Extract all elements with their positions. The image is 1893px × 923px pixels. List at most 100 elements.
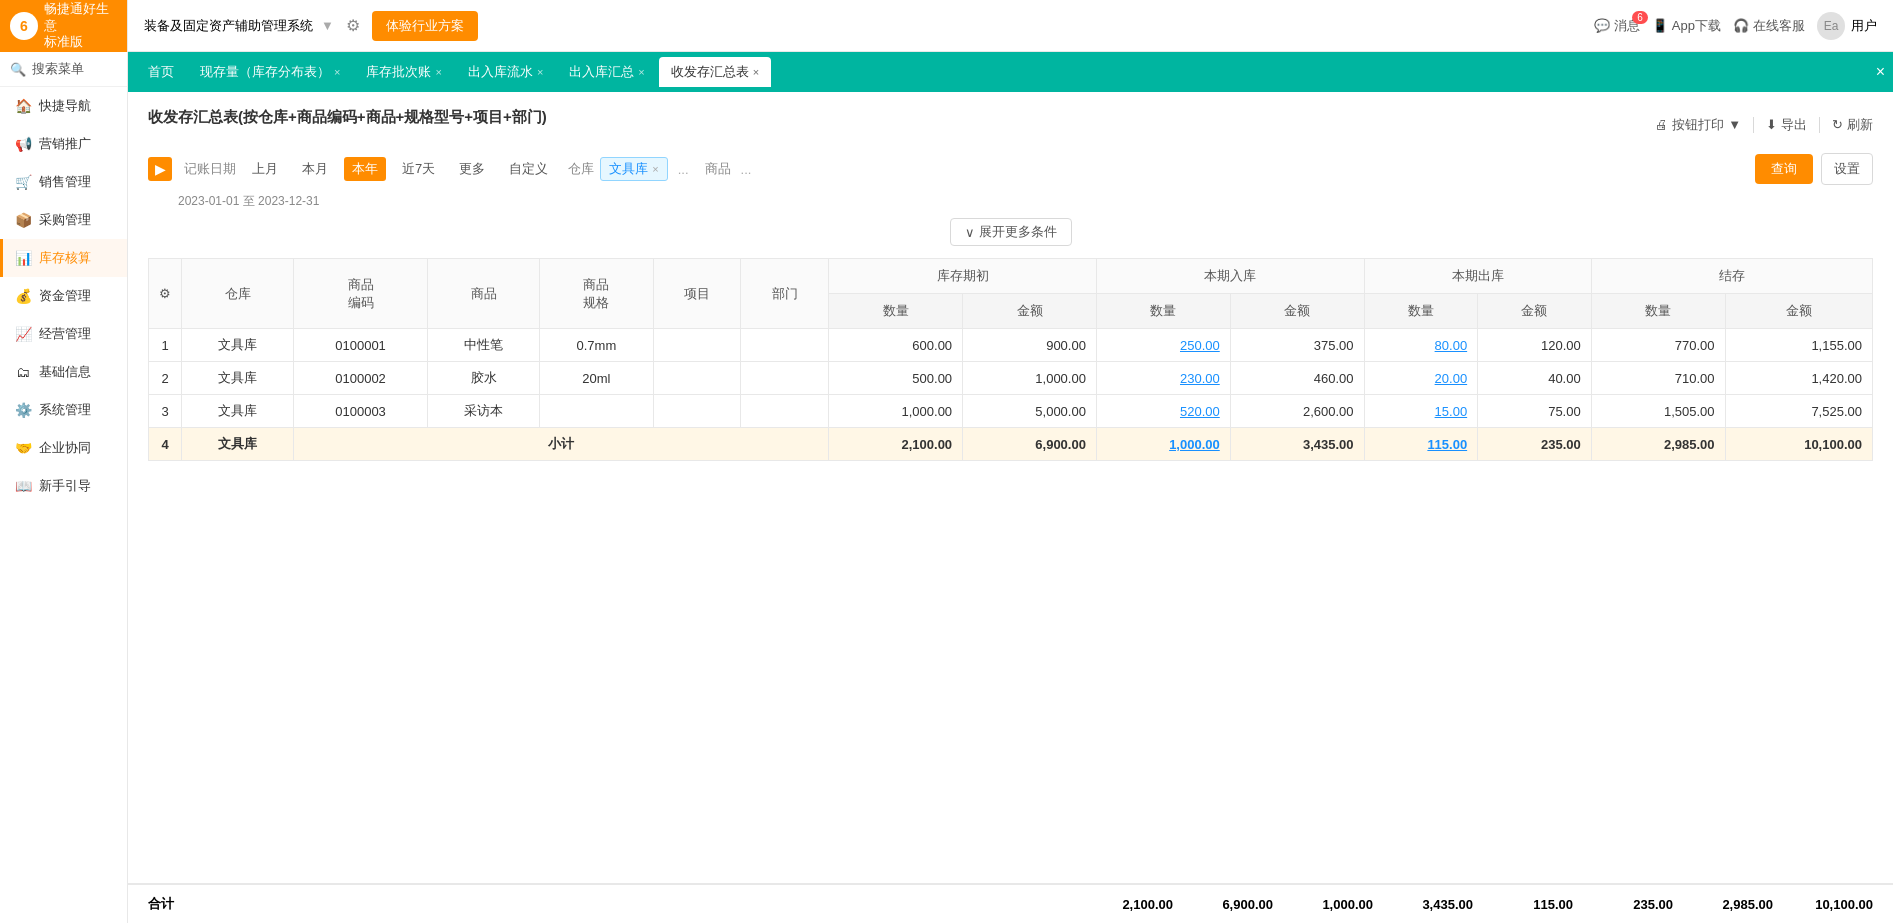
date-btn-this-year[interactable]: 本年 (344, 157, 386, 181)
date-btn-7days[interactable]: 近7天 (394, 157, 443, 181)
bottom-total-bar: 合计 2,100.00 6,900.00 1,000.00 3,435.00 (128, 883, 1893, 923)
goods-label: 商品 (705, 160, 731, 178)
trend-icon: 📈 (15, 326, 31, 342)
sidebar-item-marketing[interactable]: 📢 营销推广 (0, 125, 127, 163)
online-service-btn[interactable]: 🎧 在线客服 (1733, 17, 1805, 35)
query-button[interactable]: 查询 (1755, 154, 1813, 184)
expand-conditions-btn[interactable]: ∨ 展开更多条件 (950, 218, 1072, 246)
total-end-qty: 2,985.00 (1693, 897, 1773, 912)
col-settings-header[interactable]: ⚙ (149, 259, 182, 329)
row2-project (653, 362, 741, 395)
tab-bar-close[interactable]: × (1876, 63, 1885, 81)
subtotal-open-amt: 6,900.00 (963, 428, 1097, 461)
row3-in-qty[interactable]: 520.00 (1096, 395, 1230, 428)
sidebar-item-purchase[interactable]: 📦 采购管理 (0, 201, 127, 239)
col-code-header: 商品编码 (294, 259, 428, 329)
page-content: 收发存汇总表(按仓库+商品编码+商品+规格型号+项目+部门) 🖨 按钮打印 ▼ … (128, 92, 1893, 923)
trial-button[interactable]: 体验行业方案 (372, 11, 478, 41)
app-download-btn[interactable]: 📱 App下载 (1652, 17, 1721, 35)
sidebar-item-label: 资金管理 (39, 287, 91, 305)
col-warehouse-header: 仓库 (182, 259, 294, 329)
tab-inout-summary-close[interactable]: × (638, 66, 644, 78)
expand-conditions-row: ∨ 展开更多条件 (148, 218, 1873, 246)
warehouse-tag-close[interactable]: × (652, 163, 658, 175)
right-toolbar: 🖨 按钮打印 ▼ ⬇ 导出 ↻ 刷新 (1655, 116, 1873, 134)
tab-batch-close[interactable]: × (435, 66, 441, 78)
sidebar-item-label: 采购管理 (39, 211, 91, 229)
filter-expand-arrow[interactable]: ▶ (148, 157, 172, 181)
tab-inout-flow-close[interactable]: × (537, 66, 543, 78)
sidebar-search-label: 搜索菜单 (32, 60, 84, 78)
sidebar-nav: 🏠 快捷导航 📢 营销推广 🛒 销售管理 📦 采购管理 📊 库存核算 💰 资金管… (0, 87, 127, 923)
export-btn[interactable]: ⬇ 导出 (1766, 116, 1807, 134)
sidebar-item-operation[interactable]: 📈 经营管理 (0, 315, 127, 353)
main-area: 装备及固定资产辅助管理系统 ▼ ⚙ 体验行业方案 💬 消息 6 📱 App下载 … (128, 0, 1893, 923)
date-range-display: 2023-01-01 至 2023-12-31 (178, 194, 319, 208)
row1-out-qty[interactable]: 80.00 (1364, 329, 1478, 362)
system-selector[interactable]: 装备及固定资产辅助管理系统 ▼ (144, 17, 334, 35)
subtotal-out-qty[interactable]: 115.00 (1364, 428, 1478, 461)
settings-icon[interactable]: ⚙ (346, 16, 360, 35)
settings-button[interactable]: 设置 (1821, 153, 1873, 185)
row3-spec (540, 395, 654, 428)
tab-home-label: 首页 (148, 63, 174, 81)
date-btn-last-month[interactable]: 上月 (244, 157, 286, 181)
sidebar-item-basic[interactable]: 🗂 基础信息 (0, 353, 127, 391)
message-icon: 💬 (1594, 18, 1610, 33)
tab-stock-dist-close[interactable]: × (334, 66, 340, 78)
sidebar-item-system[interactable]: ⚙️ 系统管理 (0, 391, 127, 429)
tab-inout-flow[interactable]: 出入库流水 × (456, 57, 555, 87)
sidebar-item-sales[interactable]: 🛒 销售管理 (0, 163, 127, 201)
refresh-btn[interactable]: ↻ 刷新 (1832, 116, 1873, 134)
search-icon: 🔍 (10, 62, 26, 77)
content-area: 收发存汇总表(按仓库+商品编码+商品+规格型号+项目+部门) 🖨 按钮打印 ▼ … (128, 92, 1893, 883)
sidebar-item-inventory[interactable]: 📊 库存核算 (0, 239, 127, 277)
tab-stock-dist[interactable]: 现存量（库存分布表） × (188, 57, 352, 87)
phone-icon: 📱 (1652, 18, 1668, 33)
sidebar-item-guide[interactable]: 📖 新手引导 (0, 467, 127, 505)
tab-batch[interactable]: 库存批次账 × (354, 57, 453, 87)
tab-inout-summary[interactable]: 出入库汇总 × (557, 57, 656, 87)
table-row: 1 文具库 0100001 中性笔 0.7mm 600.00 900.00 25… (149, 329, 1873, 362)
message-btn[interactable]: 💬 消息 6 (1594, 17, 1640, 35)
col-out-qty-header: 数量 (1364, 294, 1478, 329)
goods-more-dots[interactable]: ... (737, 162, 756, 177)
date-btn-more[interactable]: 更多 (451, 157, 493, 181)
sidebar-item-collab[interactable]: 🤝 企业协同 (0, 429, 127, 467)
tab-home[interactable]: 首页 (136, 57, 186, 87)
col-out-header: 本期出库 (1364, 259, 1591, 294)
warehouse-more-dots[interactable]: ... (674, 162, 693, 177)
row1-index: 1 (149, 329, 182, 362)
row2-out-qty[interactable]: 20.00 (1364, 362, 1478, 395)
subtotal-label: 小计 (294, 428, 829, 461)
sidebar-item-quick-nav[interactable]: 🏠 快捷导航 (0, 87, 127, 125)
tab-recv-send-label: 收发存汇总表 (671, 63, 749, 81)
sidebar-item-label: 销售管理 (39, 173, 91, 191)
row1-in-qty[interactable]: 250.00 (1096, 329, 1230, 362)
print-btn[interactable]: 🖨 按钮打印 ▼ (1655, 116, 1741, 134)
subtotal-in-qty[interactable]: 1,000.00 (1096, 428, 1230, 461)
row3-open-qty: 1,000.00 (829, 395, 963, 428)
tab-recv-send-close[interactable]: × (753, 66, 759, 78)
date-btn-this-month[interactable]: 本月 (294, 157, 336, 181)
user-menu[interactable]: Ea 用户 (1817, 12, 1877, 40)
row1-warehouse: 文具库 (182, 329, 294, 362)
table-row: 2 文具库 0100002 胶水 20ml 500.00 1,000.00 23… (149, 362, 1873, 395)
row2-open-amt: 1,000.00 (963, 362, 1097, 395)
row3-out-qty[interactable]: 15.00 (1364, 395, 1478, 428)
action-buttons: 查询 设置 (1755, 153, 1873, 185)
sidebar-item-label: 库存核算 (39, 249, 91, 267)
date-btn-custom[interactable]: 自定义 (501, 157, 556, 181)
row3-dept (741, 395, 829, 428)
sidebar-item-search[interactable]: 🔍 搜索菜单 (0, 52, 127, 87)
warehouse-tag[interactable]: 文具库 × (600, 157, 667, 181)
col-end-stock-header: 结存 (1591, 259, 1872, 294)
sidebar-item-finance[interactable]: 💰 资金管理 (0, 277, 127, 315)
row2-in-qty[interactable]: 230.00 (1096, 362, 1230, 395)
sidebar: 6 畅捷通好生意 标准版 🔍 搜索菜单 🏠 快捷导航 📢 营销推广 🛒 销售管理… (0, 0, 128, 923)
logo-area: 6 畅捷通好生意 标准版 (0, 0, 127, 52)
divider (1753, 117, 1754, 133)
tab-recv-send[interactable]: 收发存汇总表 × (659, 57, 771, 87)
col-in-qty-header: 数量 (1096, 294, 1230, 329)
logo-text: 畅捷通好生意 标准版 (44, 1, 117, 52)
